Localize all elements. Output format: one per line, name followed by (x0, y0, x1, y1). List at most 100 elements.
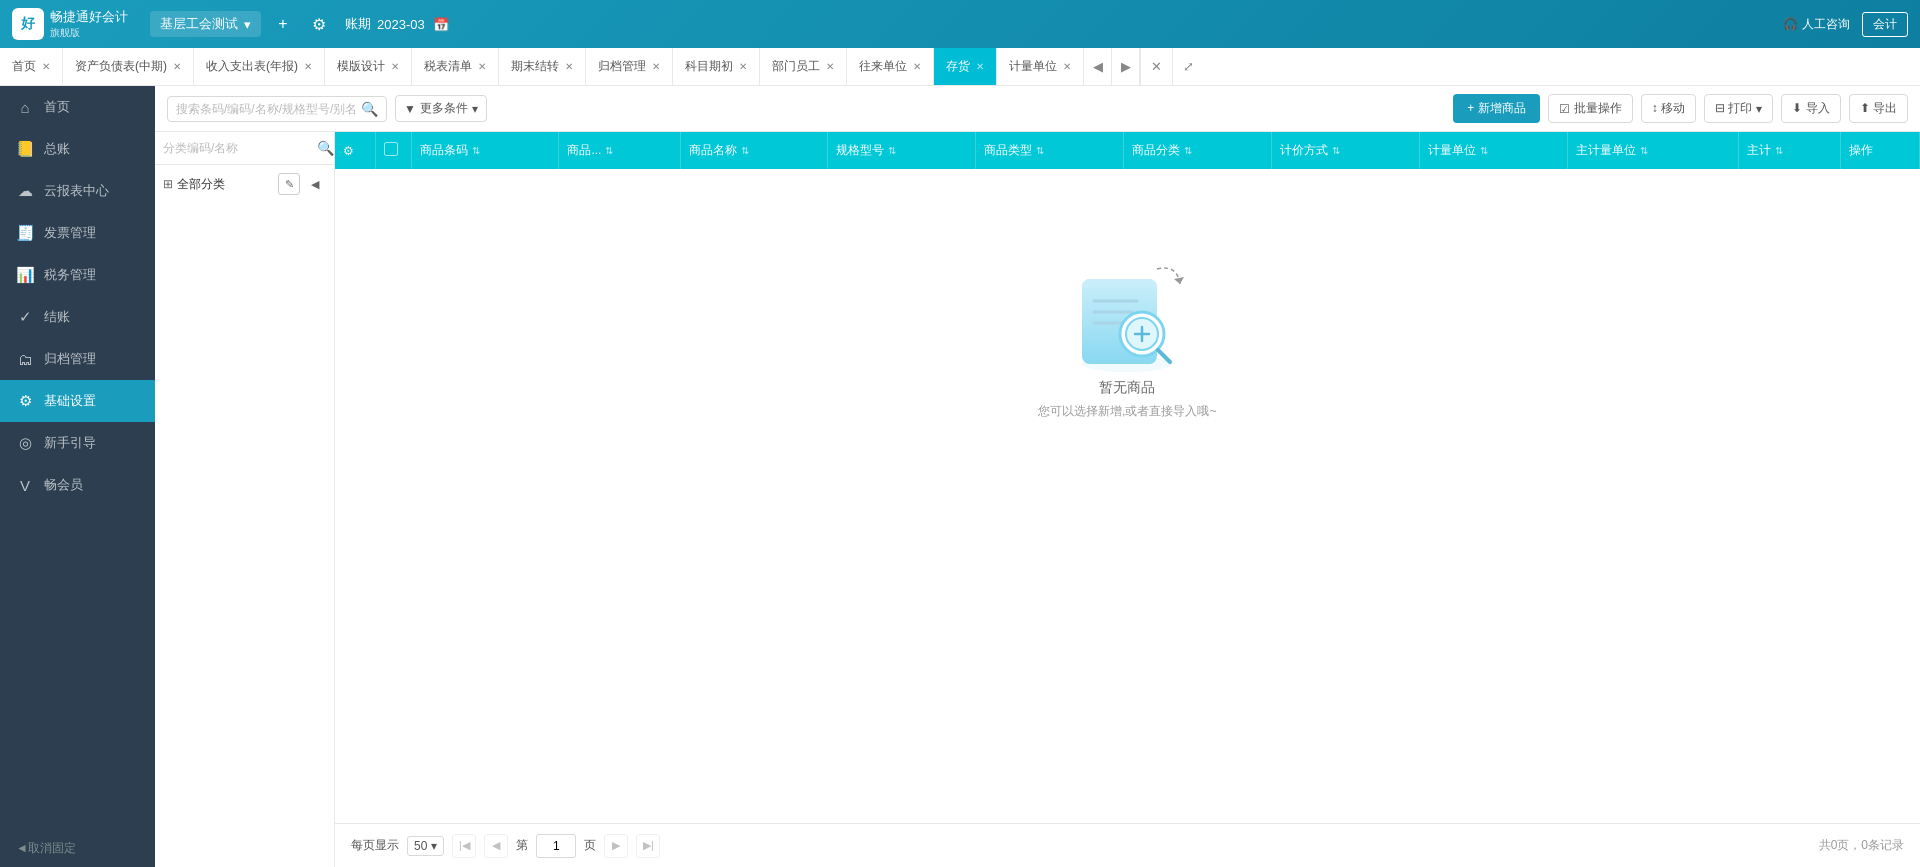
toolbar: 🔍 ▼ 更多条件 ▾ + 新增商品 ☑ 批量操作 ↕ 移动 ⊟ 打印 (155, 86, 1920, 132)
th-main-unit[interactable]: 主计量单位 ⇅ (1568, 132, 1739, 169)
tab-close-icon[interactable]: ✕ (976, 61, 984, 72)
tab-close-icon[interactable]: ✕ (826, 61, 834, 72)
main-layout: ⌂ 首页 📒 总账 ☁ 云报表中心 🧾 发票管理 📊 税务管理 ✓ 结账 🗂 归… (0, 86, 1920, 867)
th-checkbox[interactable] (375, 132, 411, 169)
consult-button[interactable]: 🎧 人工咨询 (1783, 16, 1850, 33)
tab-close-icon[interactable]: ✕ (913, 61, 921, 72)
th-settings[interactable]: ⚙ (335, 132, 375, 169)
sidebar-item-invoice[interactable]: 🧾 发票管理 (0, 212, 155, 254)
export-button[interactable]: ⬆ 导出 (1849, 94, 1908, 123)
content-area: 🔍 ▼ 更多条件 ▾ + 新增商品 ☑ 批量操作 ↕ 移动 ⊟ 打印 (155, 86, 1920, 867)
add-tab-button[interactable]: + (269, 10, 297, 38)
tax-icon: 📊 (16, 266, 34, 284)
tab-tax-list[interactable]: 税表清单 ✕ (412, 48, 499, 85)
tab-close-icon[interactable]: ✕ (739, 61, 747, 72)
sort-icon: ⇅ (472, 145, 480, 156)
chevron-down-icon: ▾ (244, 17, 251, 32)
sidebar-item-archive[interactable]: 🗂 归档管理 (0, 338, 155, 380)
sidebar-item-member[interactable]: V 畅会员 (0, 464, 155, 506)
tab-period-carry[interactable]: 期末结转 ✕ (499, 48, 586, 85)
ledger-icon: 📒 (16, 140, 34, 158)
add-product-button[interactable]: + 新增商品 (1453, 94, 1539, 123)
sidebar-item-cloud-report[interactable]: ☁ 云报表中心 (0, 170, 155, 212)
tab-unit[interactable]: 计量单位 ✕ (997, 48, 1084, 85)
th-name[interactable]: 商品名称 ⇅ (680, 132, 828, 169)
account-button[interactable]: 会计 (1862, 12, 1908, 37)
th-category[interactable]: 商品分类 ⇅ (1124, 132, 1272, 169)
settings-button[interactable]: ⚙ (305, 10, 333, 38)
pagination-summary: 共0页，0条记录 (1819, 837, 1904, 854)
sidebar-item-guide[interactable]: ◎ 新手引导 (0, 422, 155, 464)
tab-prev-button[interactable]: ◀ (1084, 48, 1112, 85)
th-main-count[interactable]: 主计 ⇅ (1739, 132, 1841, 169)
search-icon[interactable]: 🔍 (361, 101, 378, 117)
batch-icon: ☑ (1559, 102, 1570, 116)
th-unit[interactable]: 计量单位 ⇅ (1420, 132, 1568, 169)
sidebar-unpin-button[interactable]: ◄取消固定 (0, 830, 155, 867)
close-account-icon: ✓ (16, 308, 34, 326)
tab-inventory[interactable]: 存货 ✕ (934, 48, 997, 85)
tab-close-icon[interactable]: ✕ (565, 61, 573, 72)
more-filter-button[interactable]: ▼ 更多条件 ▾ (395, 95, 487, 122)
sidebar-item-ledger[interactable]: 📒 总账 (0, 128, 155, 170)
print-button[interactable]: ⊟ 打印 ▾ (1704, 94, 1773, 123)
tab-contacts[interactable]: 往来单位 ✕ (847, 48, 934, 85)
next-page-button[interactable]: ▶ (604, 834, 628, 858)
batch-operation-button[interactable]: ☑ 批量操作 (1548, 94, 1633, 123)
sort-icon: ⇅ (1332, 145, 1340, 156)
last-page-button[interactable]: ▶| (636, 834, 660, 858)
chevron-down-icon: ▾ (472, 102, 478, 116)
category-all-header[interactable]: ⊞ 全部分类 ✎ ◀ (155, 165, 334, 203)
th-price-method[interactable]: 计价方式 ⇅ (1272, 132, 1420, 169)
page-size-select[interactable]: 50 ▾ (407, 836, 444, 856)
th-type[interactable]: 商品类型 ⇅ (976, 132, 1124, 169)
sidebar-item-tax[interactable]: 📊 税务管理 (0, 254, 155, 296)
tab-close-icon[interactable]: ✕ (1063, 61, 1071, 72)
tab-dept-staff[interactable]: 部门员工 ✕ (760, 48, 847, 85)
category-search-area: 🔍 (155, 132, 334, 165)
tab-subject-init[interactable]: 科目期初 ✕ (673, 48, 760, 85)
tab-expand-button[interactable]: ⤢ (1172, 48, 1204, 85)
tab-homepage[interactable]: 首页 ✕ (0, 48, 63, 85)
prev-page-button[interactable]: ◀ (484, 834, 508, 858)
th-sku[interactable]: 商品... ⇅ (559, 132, 680, 169)
th-barcode[interactable]: 商品条码 ⇅ (411, 132, 559, 169)
tab-close-all-button[interactable]: ✕ (1140, 48, 1172, 85)
sidebar-item-homepage[interactable]: ⌂ 首页 (0, 86, 155, 128)
calendar-icon[interactable]: 📅 (433, 17, 449, 32)
tab-template-design[interactable]: 模版设计 ✕ (325, 48, 412, 85)
tab-close-icon[interactable]: ✕ (652, 61, 660, 72)
tab-close-icon[interactable]: ✕ (173, 61, 181, 72)
category-search-icon[interactable]: 🔍 (317, 140, 334, 156)
sidebar-item-basic-settings[interactable]: ⚙ 基础设置 (0, 380, 155, 422)
tab-next-button[interactable]: ▶ (1112, 48, 1140, 85)
home-icon: ⌂ (16, 99, 34, 116)
th-spec[interactable]: 规格型号 ⇅ (828, 132, 976, 169)
filter-icon: ▼ (404, 102, 416, 116)
category-search-input[interactable] (163, 141, 313, 155)
search-box[interactable]: 🔍 (167, 96, 387, 122)
first-page-button[interactable]: |◀ (452, 834, 476, 858)
tab-close-icon[interactable]: ✕ (42, 61, 50, 72)
th-action: 操作 (1841, 132, 1920, 169)
move-button[interactable]: ↕ 移动 (1641, 94, 1696, 123)
tab-balance-sheet[interactable]: 资产负债表(中期) ✕ (63, 48, 194, 85)
page-number-input[interactable] (536, 834, 576, 858)
sort-icon: ⇅ (605, 145, 613, 156)
tab-close-icon[interactable]: ✕ (391, 61, 399, 72)
category-collapse-button[interactable]: ◀ (304, 173, 326, 195)
tab-close-icon[interactable]: ✕ (304, 61, 312, 72)
company-selector[interactable]: 基层工会测试 ▾ (150, 11, 261, 37)
import-button[interactable]: ⬇ 导入 (1781, 94, 1840, 123)
cloud-icon: ☁ (16, 182, 34, 200)
svg-marker-12 (1174, 277, 1184, 284)
tab-income-statement[interactable]: 收入支出表(年报) ✕ (194, 48, 325, 85)
print-dropdown-icon: ▾ (1756, 102, 1762, 116)
tab-archive[interactable]: 归档管理 ✕ (586, 48, 673, 85)
category-edit-button[interactable]: ✎ (278, 173, 300, 195)
sidebar-item-close-account[interactable]: ✓ 结账 (0, 296, 155, 338)
search-input[interactable] (176, 102, 357, 116)
logo-icon: 好 (12, 8, 44, 40)
select-all-checkbox[interactable] (384, 142, 398, 156)
tab-close-icon[interactable]: ✕ (478, 61, 486, 72)
